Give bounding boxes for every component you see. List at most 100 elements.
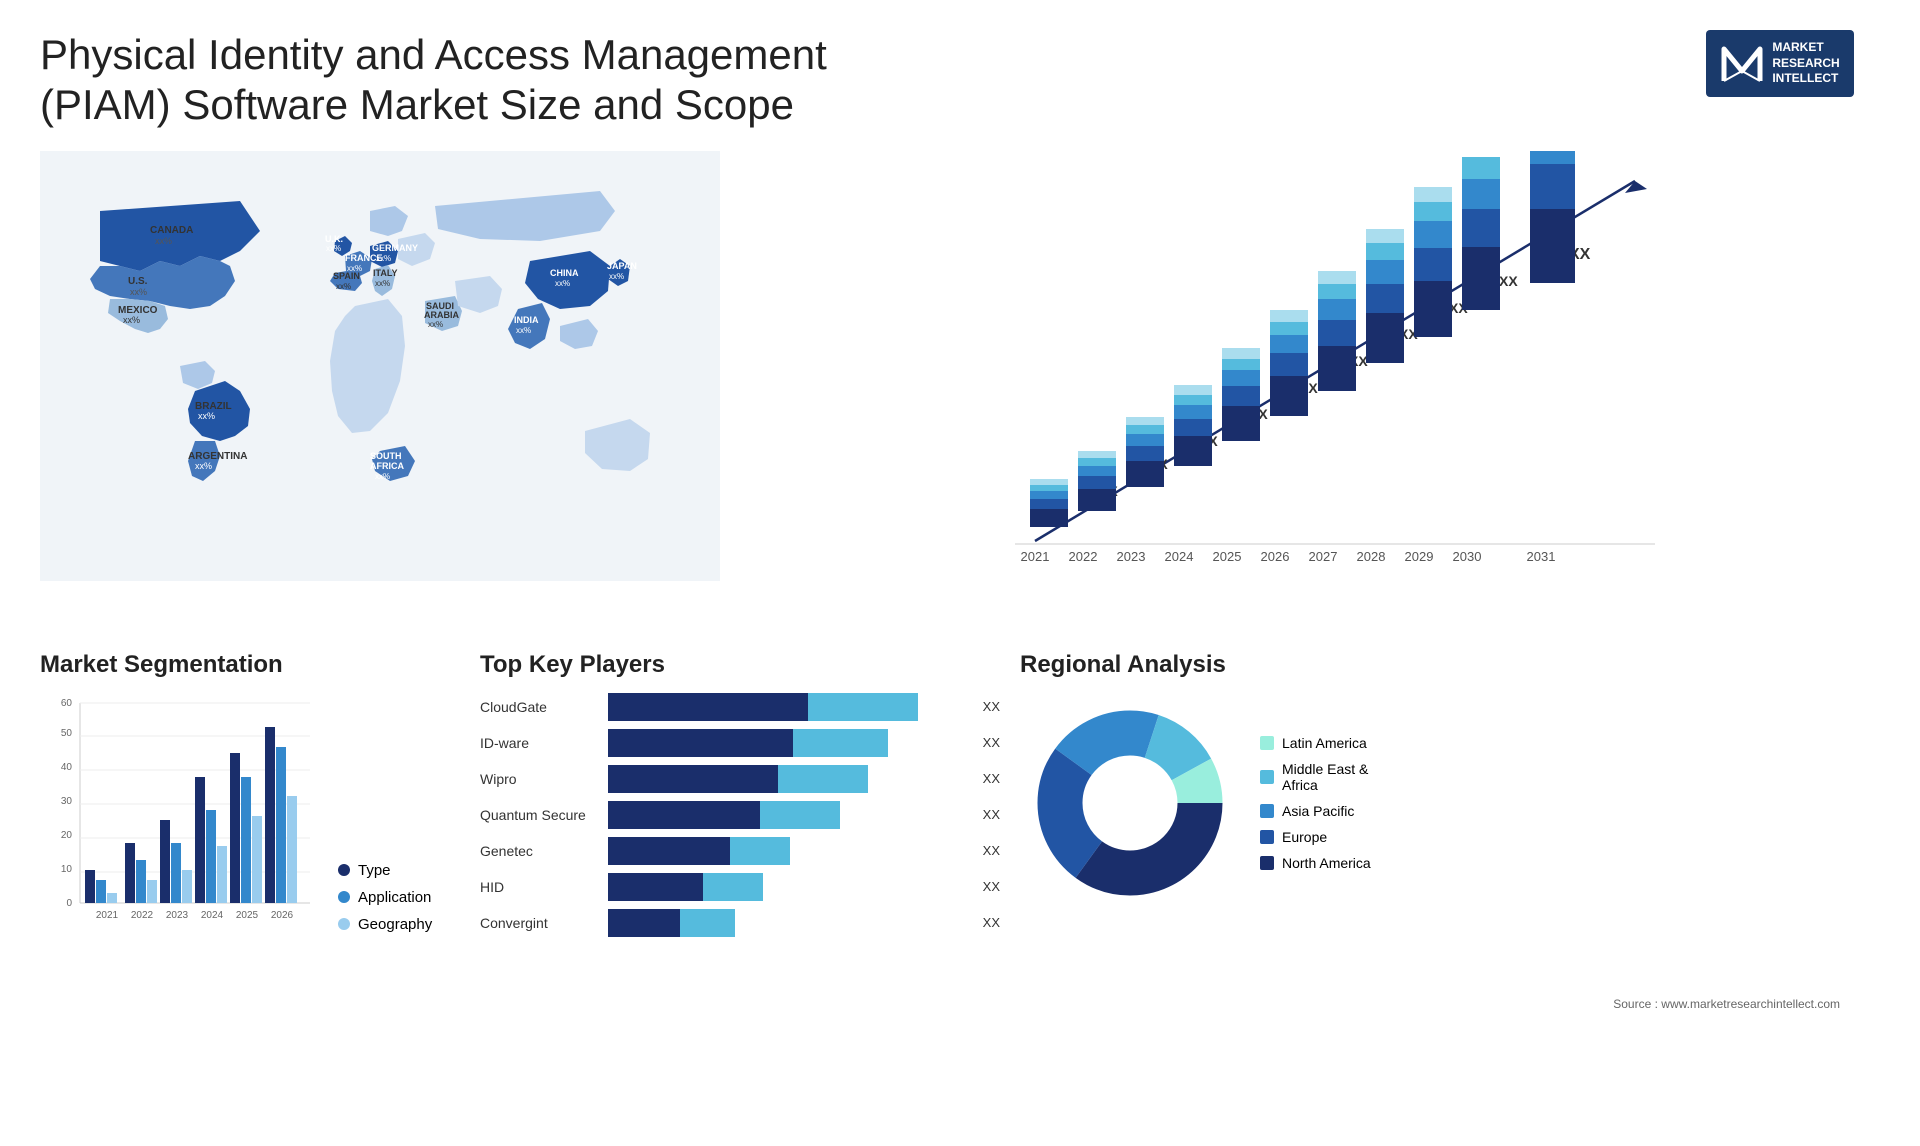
geography-label: Geography: [358, 916, 432, 933]
player-bar-hid: [608, 873, 971, 901]
bar-seg-1: [608, 693, 808, 721]
player-xx-hid: XX: [983, 873, 1000, 901]
player-bar-wrap-cloudgate: [608, 693, 971, 721]
svg-text:2025: 2025: [236, 910, 259, 921]
player-bar-wrap-hid: [608, 873, 971, 901]
player-row-hid: HID XX: [480, 873, 1000, 901]
player-name-genetec: Genetec: [480, 843, 600, 859]
mexico-value: xx%: [123, 315, 140, 325]
type-label: Type: [358, 862, 391, 879]
player-bar-wipro: [608, 765, 971, 793]
logo-container: MARKET RESEARCH INTELLECT: [1680, 30, 1880, 97]
china-value: xx%: [555, 279, 570, 288]
sa-label: SOUTH: [370, 451, 402, 461]
player-xx-idware: XX: [983, 729, 1000, 757]
players-title: Top Key Players: [480, 651, 1000, 679]
spain-value: xx%: [336, 282, 351, 291]
saudi-value: xx%: [428, 320, 443, 329]
regional-title: Regional Analysis: [1020, 651, 1880, 679]
brazil-value: xx%: [198, 411, 215, 421]
logo-icon: [1720, 41, 1764, 85]
regional-panel: Regional Analysis: [1020, 651, 1880, 991]
sa-label2: AFRICA: [370, 461, 404, 471]
europe-label: Europe: [1282, 829, 1327, 845]
player-bar-wrap-quantum: [608, 801, 971, 829]
player-name-cloudgate: CloudGate: [480, 699, 600, 715]
page-title: Physical Identity and Access Management …: [40, 30, 940, 131]
world-map-svg: CANADA xx% U.S. xx% MEXICO xx% BRAZIL xx…: [40, 151, 720, 581]
bar-seg-2: [808, 693, 918, 721]
apac-dot: [1260, 804, 1274, 818]
svg-text:10: 10: [61, 864, 73, 875]
player-row-cloudgate: CloudGate XX: [480, 693, 1000, 721]
legend-latin: Latin America: [1260, 735, 1371, 751]
bar-chart-svg: XX XX XX XX XX XX XX XX XX XX XX: [770, 151, 1880, 571]
svg-text:50: 50: [61, 728, 73, 739]
svg-text:30: 30: [61, 796, 73, 807]
type-dot: [338, 864, 350, 876]
geography-dot: [338, 918, 350, 930]
player-name-quantum: Quantum Secure: [480, 807, 600, 823]
japan-value: xx%: [609, 272, 624, 281]
donut-chart-svg: [1020, 693, 1240, 913]
legend-mea: Middle East &Africa: [1260, 761, 1371, 793]
svg-text:2024: 2024: [201, 910, 224, 921]
svg-text:20: 20: [61, 830, 73, 841]
logo-text: MARKET RESEARCH INTELLECT: [1772, 40, 1839, 87]
svg-text:2026: 2026: [271, 910, 294, 921]
bar-seg-2: [793, 729, 888, 757]
latin-dot: [1260, 736, 1274, 750]
legend-europe: Europe: [1260, 829, 1371, 845]
bar-seg-2: [730, 837, 790, 865]
player-row-wipro: Wipro XX: [480, 765, 1000, 793]
legend-apac: Asia Pacific: [1260, 803, 1371, 819]
bar-seg-2: [680, 909, 735, 937]
year-2021: 2021: [1021, 549, 1050, 564]
year-2026: 2026: [1261, 549, 1290, 564]
legend-application: Application: [338, 889, 432, 906]
player-name-idware: ID-ware: [480, 735, 600, 751]
header: Physical Identity and Access Management …: [0, 0, 1920, 151]
donut-area: Latin America Middle East &Africa Asia P…: [1020, 693, 1880, 913]
player-row-idware: ID-ware XX: [480, 729, 1000, 757]
main-content: CANADA xx% U.S. xx% MEXICO xx% BRAZIL xx…: [0, 151, 1920, 1011]
legend-type: Type: [338, 862, 432, 879]
player-xx-quantum: XX: [983, 801, 1000, 829]
canada-label: CANADA: [150, 225, 193, 236]
year-2028: 2028: [1357, 549, 1386, 564]
svg-text:0: 0: [66, 898, 72, 909]
svg-text:2023: 2023: [166, 910, 189, 921]
logo-box: MARKET RESEARCH INTELLECT: [1706, 30, 1853, 97]
germany-value: xx%: [376, 254, 391, 263]
germany-label: GERMANY: [372, 243, 418, 253]
bottom-row: Market Segmentation 0 10 20 30 40 50 60: [40, 651, 1880, 991]
segmentation-panel: Market Segmentation 0 10 20 30 40 50 60: [40, 651, 460, 991]
mea-dot: [1260, 770, 1274, 784]
bar-seg-1: [608, 837, 730, 865]
year-2024: 2024: [1165, 549, 1194, 564]
player-xx-wipro: XX: [983, 765, 1000, 793]
svg-text:2021: 2021: [96, 910, 119, 921]
bar-seg-2: [778, 765, 868, 793]
uk-label: U.K.: [325, 234, 343, 244]
year-2022: 2022: [1069, 549, 1098, 564]
player-bar-wrap-genetec: [608, 837, 971, 865]
india-label: INDIA: [514, 315, 539, 325]
seg-legend: Type Application Geography: [338, 842, 432, 933]
svg-text:40: 40: [61, 762, 73, 773]
top-row: CANADA xx% U.S. xx% MEXICO xx% BRAZIL xx…: [40, 151, 1880, 631]
player-bar-genetec: [608, 837, 971, 865]
seg-chart-svg: 0 10 20 30 40 50 60: [40, 693, 320, 933]
player-bar-idware: [608, 729, 971, 757]
application-label: Application: [358, 889, 431, 906]
bar-seg-1: [608, 765, 778, 793]
legend-na: North America: [1260, 855, 1371, 871]
year-2030: 2030: [1453, 549, 1482, 564]
seg-chart-area: 0 10 20 30 40 50 60: [40, 693, 460, 933]
player-bar-wrap-convergint: [608, 909, 971, 937]
bar-seg-1: [608, 729, 793, 757]
svg-text:60: 60: [61, 698, 73, 709]
us-label: U.S.: [128, 276, 148, 287]
bar-seg-2: [760, 801, 840, 829]
italy-label: ITALY: [373, 268, 398, 278]
